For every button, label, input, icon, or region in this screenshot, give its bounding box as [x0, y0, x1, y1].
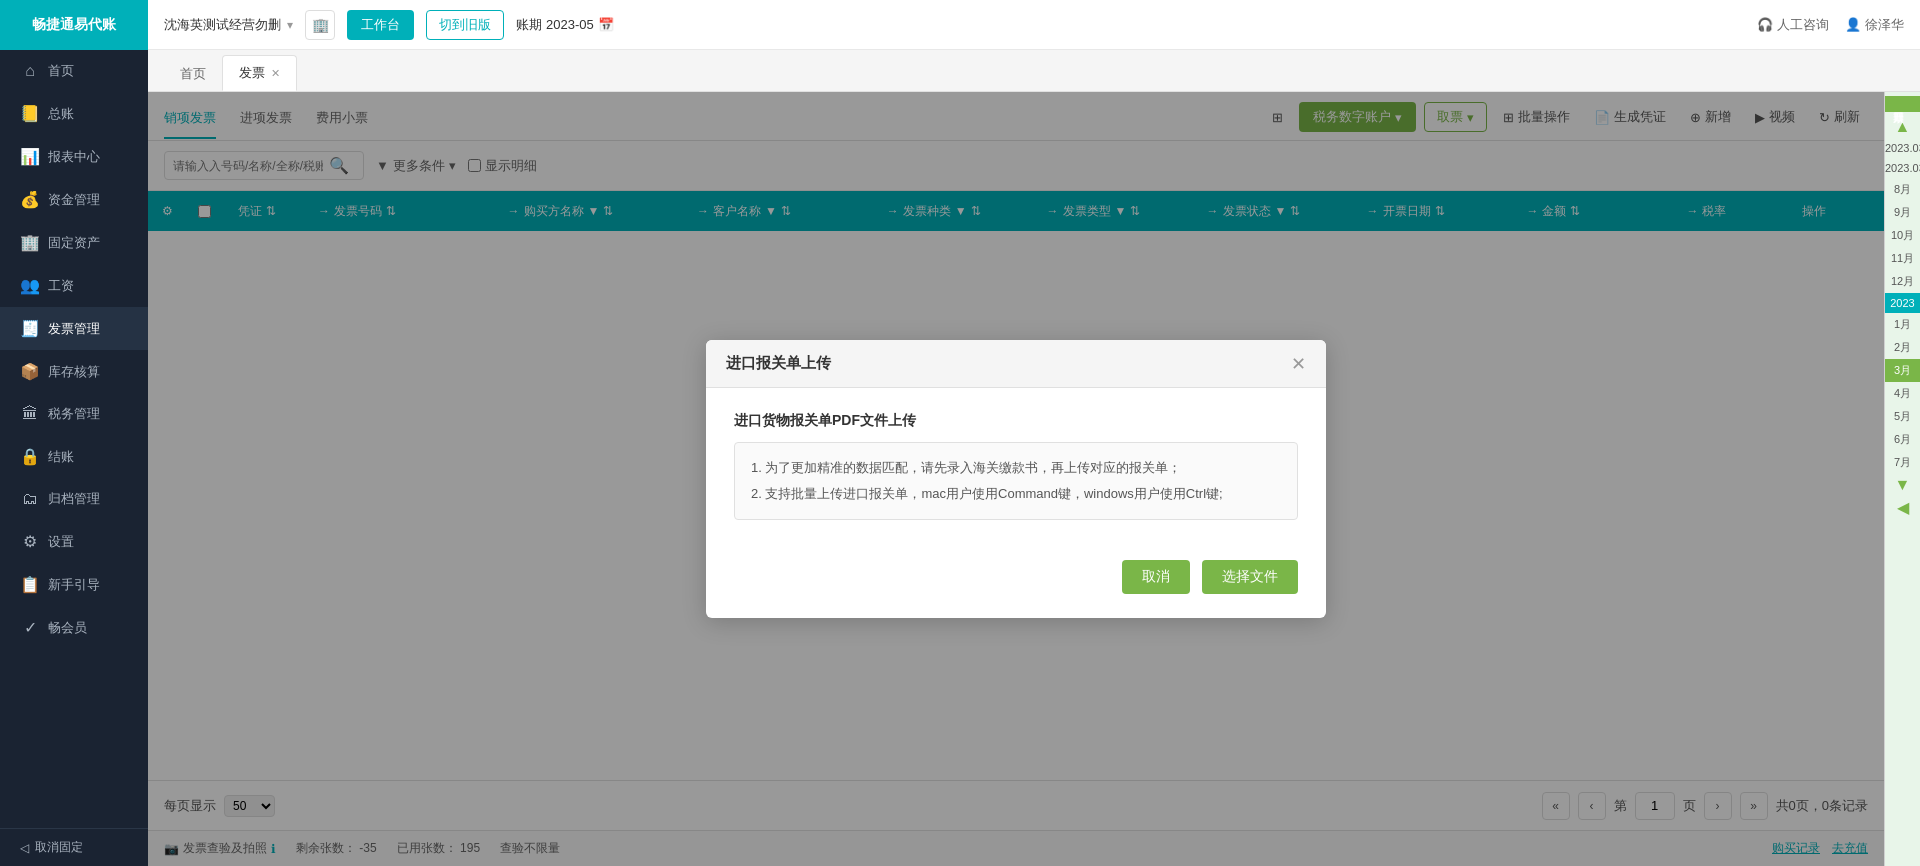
- funds-icon: 💰: [20, 190, 40, 209]
- modal-section-title: 进口货物报关单PDF文件上传: [734, 412, 1298, 430]
- modal-close-btn[interactable]: ✕: [1291, 355, 1306, 373]
- modal-info-box: 1. 为了更加精准的数据匹配，请先录入海关缴款书，再上传对应的报关单； 2. 支…: [734, 442, 1298, 520]
- topbar: 沈海英测试经营勿删 ▾ 🏢 工作台 切到旧版 账期 2023-05 📅 🎧 人工…: [148, 0, 1920, 50]
- period-item-10[interactable]: 3月: [1885, 359, 1920, 382]
- modal-footer: 取消 选择文件: [706, 544, 1326, 618]
- closing-icon: 🔒: [20, 447, 40, 466]
- sidebar-item-fixed-assets[interactable]: 🏢 固定资产: [0, 221, 148, 264]
- company-selector[interactable]: 沈海英测试经营勿删 ▾: [164, 16, 293, 34]
- building-icon: 🏢: [312, 17, 329, 33]
- sidebar-item-guide[interactable]: 📋 新手引导: [0, 563, 148, 606]
- sidebar-item-payroll[interactable]: 👥 工资: [0, 264, 148, 307]
- main-area: 沈海英测试经营勿删 ▾ 🏢 工作台 切到旧版 账期 2023-05 📅 🎧 人工…: [148, 0, 1920, 866]
- period-item-13[interactable]: 6月: [1885, 428, 1920, 451]
- modal-title: 进口报关单上传: [726, 354, 831, 373]
- headset-icon: 🎧: [1757, 17, 1773, 32]
- period-display: 账期 2023-05 📅: [516, 16, 614, 34]
- support-btn[interactable]: 🎧 人工咨询: [1757, 16, 1829, 34]
- tabs-bar: 首页 发票 ✕: [148, 50, 1920, 92]
- sidebar-item-funds[interactable]: 💰 资金管理: [0, 178, 148, 221]
- sidebar-collapse-btn[interactable]: ◁ 取消固定: [0, 828, 148, 866]
- collapse-icon: ◁: [20, 841, 29, 855]
- calendar-icon[interactable]: 📅: [598, 17, 614, 32]
- user-profile[interactable]: 👤 徐泽华: [1845, 16, 1904, 34]
- tab-close-icon[interactable]: ✕: [271, 67, 280, 80]
- invoice-mgmt-icon: 🧾: [20, 319, 40, 338]
- workspace-btn[interactable]: 工作台: [347, 10, 414, 40]
- upload-modal: 进口报关单上传 ✕ 进口货物报关单PDF文件上传 1. 为了更加精准的数据匹配，…: [706, 340, 1326, 618]
- right-panel: 开票日期 ▲ 2023.03 2023.03 8月 9月 10月 11月 12月…: [1884, 92, 1920, 866]
- sidebar-item-inventory[interactable]: 📦 库存核算: [0, 350, 148, 393]
- company-icon-btn[interactable]: 🏢: [305, 10, 335, 40]
- payroll-icon: 👥: [20, 276, 40, 295]
- period-item-4[interactable]: 10月: [1885, 224, 1920, 247]
- period-item-3[interactable]: 9月: [1885, 201, 1920, 224]
- member-icon: ✓: [20, 618, 40, 637]
- period-item-9[interactable]: 2月: [1885, 336, 1920, 359]
- sidebar-item-settings[interactable]: ⚙ 设置: [0, 520, 148, 563]
- sidebar-item-tax-mgmt[interactable]: 🏛 税务管理: [0, 393, 148, 435]
- right-panel-header[interactable]: 开票日期: [1885, 96, 1920, 112]
- switch-version-btn[interactable]: 切到旧版: [426, 10, 504, 40]
- app-logo: 畅捷通易代账: [0, 0, 148, 50]
- topbar-right: 🎧 人工咨询 👤 徐泽华: [1757, 16, 1904, 34]
- period-item-8[interactable]: 1月: [1885, 313, 1920, 336]
- settings-icon: ⚙: [20, 532, 40, 551]
- period-nav-down[interactable]: ▼: [1885, 474, 1920, 496]
- company-name: 沈海英测试经营勿删: [164, 16, 281, 34]
- period-item-12[interactable]: 5月: [1885, 405, 1920, 428]
- modal-info-item-2: 2. 支持批量上传进口报关单，mac用户使用Command键，windows用户…: [751, 481, 1281, 507]
- ledger-icon: 📒: [20, 104, 40, 123]
- tax-mgmt-icon: 🏛: [20, 405, 40, 423]
- tab-invoice[interactable]: 发票 ✕: [222, 55, 297, 91]
- period-item-0[interactable]: 2023.03: [1885, 138, 1920, 158]
- sidebar-item-invoice-mgmt[interactable]: 🧾 发票管理: [0, 307, 148, 350]
- modal-info-item-1: 1. 为了更加精准的数据匹配，请先录入海关缴款书，再上传对应的报关单；: [751, 455, 1281, 481]
- period-nav-up[interactable]: ▲: [1885, 116, 1920, 138]
- sidebar-item-member[interactable]: ✓ 畅会员: [0, 606, 148, 649]
- period-item-11[interactable]: 4月: [1885, 382, 1920, 405]
- sidebar-item-closing[interactable]: 🔒 结账: [0, 435, 148, 478]
- period-item-6[interactable]: 12月: [1885, 270, 1920, 293]
- period-item-14[interactable]: 7月: [1885, 451, 1920, 474]
- sidebar-item-home[interactable]: ⌂ 首页: [0, 50, 148, 92]
- inventory-icon: 📦: [20, 362, 40, 381]
- sidebar-item-archive[interactable]: 🗂 归档管理: [0, 478, 148, 520]
- user-avatar-icon: 👤: [1845, 17, 1861, 32]
- period-item-7[interactable]: 2023: [1885, 293, 1920, 313]
- modal-body: 进口货物报关单PDF文件上传 1. 为了更加精准的数据匹配，请先录入海关缴款书，…: [706, 388, 1326, 544]
- page-content: 销项发票 进项发票 费用小票 ⊞ 税务数字账户 ▾: [148, 92, 1884, 866]
- archive-icon: 🗂: [20, 490, 40, 508]
- period-item-5[interactable]: 11月: [1885, 247, 1920, 270]
- right-panel-collapse-btn[interactable]: ◀: [1885, 496, 1920, 519]
- reports-icon: 📊: [20, 147, 40, 166]
- modal-cancel-btn[interactable]: 取消: [1122, 560, 1190, 594]
- modal-header: 进口报关单上传 ✕: [706, 340, 1326, 388]
- fixed-assets-icon: 🏢: [20, 233, 40, 252]
- period-item-2[interactable]: 8月: [1885, 178, 1920, 201]
- sidebar: 畅捷通易代账 ⌂ 首页 📒 总账 📊 报表中心 💰 资金管理 🏢 固定资产 👥 …: [0, 0, 148, 866]
- period-item-1[interactable]: 2023.03: [1885, 158, 1920, 178]
- sidebar-item-reports[interactable]: 📊 报表中心: [0, 135, 148, 178]
- modal-overlay: 进口报关单上传 ✕ 进口货物报关单PDF文件上传 1. 为了更加精准的数据匹配，…: [148, 92, 1884, 866]
- modal-select-file-btn[interactable]: 选择文件: [1202, 560, 1298, 594]
- tab-home[interactable]: 首页: [164, 57, 222, 91]
- company-dropdown-icon: ▾: [287, 18, 293, 32]
- home-icon: ⌂: [20, 62, 40, 80]
- guide-icon: 📋: [20, 575, 40, 594]
- sidebar-item-ledger[interactable]: 📒 总账: [0, 92, 148, 135]
